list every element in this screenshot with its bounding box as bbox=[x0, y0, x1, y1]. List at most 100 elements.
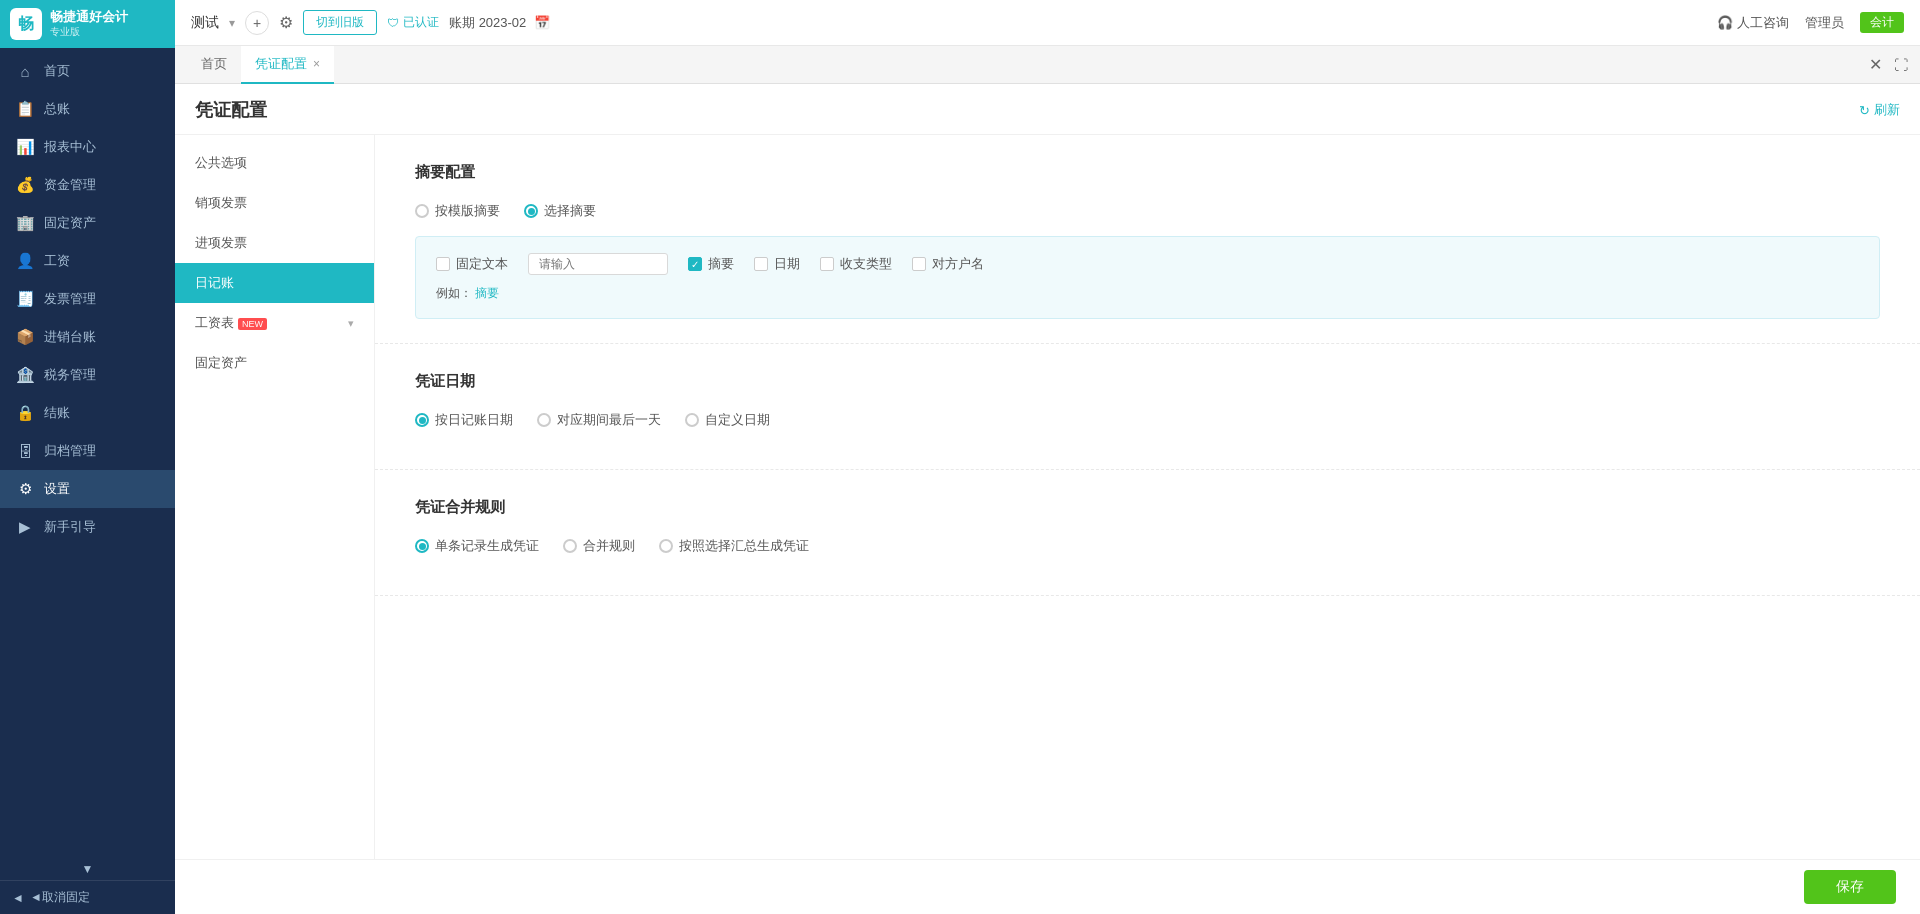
sidebar-item-label: 税务管理 bbox=[44, 366, 96, 384]
settings-nav-icon: ⚙ bbox=[16, 480, 34, 498]
tabbar: 首页 凭证配置 × ✕ ⛶ bbox=[175, 46, 1920, 84]
sidebar-item-assets[interactable]: 🏢固定资产 bbox=[0, 204, 175, 242]
chevron-down-icon: ▾ bbox=[348, 317, 354, 330]
logo-icon: 畅 bbox=[10, 8, 42, 40]
sidebar-item-label: 发票管理 bbox=[44, 290, 96, 308]
checkbox-fixed-text[interactable]: 固定文本 bbox=[436, 255, 508, 273]
menu-item-sales[interactable]: 销项发票 bbox=[175, 183, 374, 223]
scroll-down-arrow[interactable]: ▼ bbox=[0, 858, 175, 880]
date-radio-group: 按日记账日期 对应期间最后一天 自定义日期 bbox=[415, 411, 1880, 429]
checkbox-label-pay-type: 收支类型 bbox=[840, 255, 892, 273]
consult-btn[interactable]: 🎧 人工咨询 bbox=[1717, 14, 1789, 32]
sidebar: 畅 畅捷通好会计 专业版 ⌂首页 📋 总账 📊 报表中心 💰资金管理🏢固定资产👤工资🧾发票… bbox=[0, 0, 175, 914]
admin-label[interactable]: 管理员 bbox=[1805, 14, 1844, 32]
radio-by-template[interactable]: 按模版摘要 bbox=[415, 202, 500, 220]
tab-voucher-config[interactable]: 凭证配置 × bbox=[241, 46, 334, 84]
menu-label-purchase: 进项发票 bbox=[195, 235, 247, 250]
sidebar-item-funds[interactable]: 💰资金管理 bbox=[0, 166, 175, 204]
radio-custom-date[interactable]: 自定义日期 bbox=[685, 411, 770, 429]
radio-period-last-day[interactable]: 对应期间最后一天 bbox=[537, 411, 661, 429]
sidebar-item-home[interactable]: ⌂首页 bbox=[0, 52, 175, 90]
sidebar-item-guide[interactable]: ▶新手引导 bbox=[0, 508, 175, 546]
calendar-icon[interactable]: 📅 bbox=[534, 15, 550, 30]
headset-icon: 🎧 bbox=[1717, 15, 1733, 30]
checkbox-counterparty[interactable]: 对方户名 bbox=[912, 255, 984, 273]
section-merge: 凭证合并规则 单条记录生成凭证 合并规则 按照选择汇总生成凭证 bbox=[375, 470, 1920, 596]
summary-section-title: 摘要配置 bbox=[415, 163, 1880, 182]
logo-text: 畅捷通好会计 专业版 bbox=[50, 9, 128, 40]
radio-label-by-template: 按模版摘要 bbox=[435, 202, 500, 220]
menu-item-purchase[interactable]: 进项发票 bbox=[175, 223, 374, 263]
radio-circle-by-template bbox=[415, 204, 429, 218]
save-button[interactable]: 保存 bbox=[1804, 870, 1896, 904]
sidebar-logo[interactable]: 畅 畅捷通好会计 专业版 bbox=[0, 0, 175, 48]
radio-circle-by-selection bbox=[659, 539, 673, 553]
topbar-right: 🎧 人工咨询 管理员 会计 bbox=[1717, 12, 1904, 33]
ledger-nav-icon: 📋 bbox=[16, 100, 34, 118]
menu-item-diary[interactable]: 日记账 bbox=[175, 263, 374, 303]
radio-select-summary[interactable]: 选择摘要 bbox=[524, 202, 596, 220]
period-label: 账期 2023-02 📅 bbox=[449, 14, 550, 32]
sidebar-item-label: 总账 bbox=[44, 100, 70, 118]
sidebar-item-trade[interactable]: 📦进销台账 bbox=[0, 318, 175, 356]
radio-by-diary-date[interactable]: 按日记账日期 bbox=[415, 411, 513, 429]
save-bar: 保存 bbox=[175, 859, 1920, 914]
menu-item-public[interactable]: 公共选项 bbox=[175, 143, 374, 183]
role-badge[interactable]: 会计 bbox=[1860, 12, 1904, 33]
radio-label-by-selection: 按照选择汇总生成凭证 bbox=[679, 537, 809, 555]
sidebar-item-label: 报表中心 bbox=[44, 138, 96, 156]
refresh-btn[interactable]: ↻ 刷新 bbox=[1859, 101, 1900, 119]
fixed-text-label: 固定文本 bbox=[456, 255, 508, 273]
section-summary: 摘要配置 按模版摘要 选择摘要 bbox=[375, 135, 1920, 344]
sidebar-item-ledger[interactable]: 📋 总账 bbox=[0, 90, 175, 128]
sidebar-item-invoice[interactable]: 🧾发票管理 bbox=[0, 280, 175, 318]
cancel-fixed-icon: ◄ bbox=[12, 891, 24, 905]
checkbox-box-fixed-text bbox=[436, 257, 450, 271]
report-nav-icon: 📊 bbox=[16, 138, 34, 156]
radio-label-select-summary: 选择摘要 bbox=[544, 202, 596, 220]
company-dropdown-icon[interactable]: ▾ bbox=[229, 16, 235, 30]
fullscreen-btn[interactable]: ⛶ bbox=[1894, 57, 1908, 73]
trade-nav-icon: 📦 bbox=[16, 328, 34, 346]
switch-old-version-btn[interactable]: 切到旧版 bbox=[303, 10, 377, 35]
radio-by-selection[interactable]: 按照选择汇总生成凭证 bbox=[659, 537, 809, 555]
tab-home[interactable]: 首页 bbox=[187, 46, 241, 84]
checkbox-date[interactable]: 日期 bbox=[754, 255, 800, 273]
radio-single-record[interactable]: 单条记录生成凭证 bbox=[415, 537, 539, 555]
radio-merge-rule[interactable]: 合并规则 bbox=[563, 537, 635, 555]
add-company-btn[interactable]: + bbox=[245, 11, 269, 35]
cancel-fixed-btn[interactable]: ◄ ◄取消固定 bbox=[0, 880, 175, 914]
menu-item-fixed_assets[interactable]: 固定资产 bbox=[175, 343, 374, 383]
radio-circle-select-summary bbox=[524, 204, 538, 218]
menu-item-payroll[interactable]: 工资表NEW▾ bbox=[175, 303, 374, 343]
settings-gear-icon[interactable]: ⚙ bbox=[279, 13, 293, 32]
section-date: 凭证日期 按日记账日期 对应期间最后一天 自定义日期 bbox=[375, 344, 1920, 470]
tab-close-icon[interactable]: × bbox=[313, 57, 320, 71]
checkbox-label-summary: 摘要 bbox=[708, 255, 734, 273]
radio-circle-period-last-day bbox=[537, 413, 551, 427]
radio-label-single-record: 单条记录生成凭证 bbox=[435, 537, 539, 555]
menu-label-diary: 日记账 bbox=[195, 275, 234, 290]
summary-options-row: 固定文本 ✓ 摘要 日期 bbox=[436, 253, 1859, 275]
fixed-text-input[interactable] bbox=[528, 253, 668, 275]
radio-circle-merge-rule bbox=[563, 539, 577, 553]
summary-radio-group: 按模版摘要 选择摘要 bbox=[415, 202, 1880, 220]
main-area: 测试 ▾ + ⚙ 切到旧版 🛡 已认证 账期 2023-02 📅 🎧 人工咨询 … bbox=[175, 0, 1920, 914]
badge-payroll: NEW bbox=[238, 318, 267, 330]
sidebar-item-tax[interactable]: 🏦税务管理 bbox=[0, 356, 175, 394]
checkbox-box-counterparty bbox=[912, 257, 926, 271]
checkbox-box-pay-type bbox=[820, 257, 834, 271]
checkbox-summary[interactable]: ✓ 摘要 bbox=[688, 255, 734, 273]
sidebar-item-report[interactable]: 📊 报表中心 bbox=[0, 128, 175, 166]
sidebar-item-closing[interactable]: 🔒结账 bbox=[0, 394, 175, 432]
sidebar-item-settings[interactable]: ⚙ 设置 bbox=[0, 470, 175, 508]
checkbox-pay-type[interactable]: 收支类型 bbox=[820, 255, 892, 273]
sidebar-item-archive[interactable]: 🗄归档管理 bbox=[0, 432, 175, 470]
home-nav-icon: ⌂ bbox=[16, 63, 34, 80]
sidebar-item-salary[interactable]: 👤工资 bbox=[0, 242, 175, 280]
shield-icon: 🛡 bbox=[387, 16, 399, 30]
checkbox-label-counterparty: 对方户名 bbox=[932, 255, 984, 273]
sidebar-item-label: 设置 bbox=[44, 480, 70, 498]
close-window-btn[interactable]: ✕ bbox=[1869, 55, 1882, 74]
right-panel: 摘要配置 按模版摘要 选择摘要 bbox=[375, 135, 1920, 859]
